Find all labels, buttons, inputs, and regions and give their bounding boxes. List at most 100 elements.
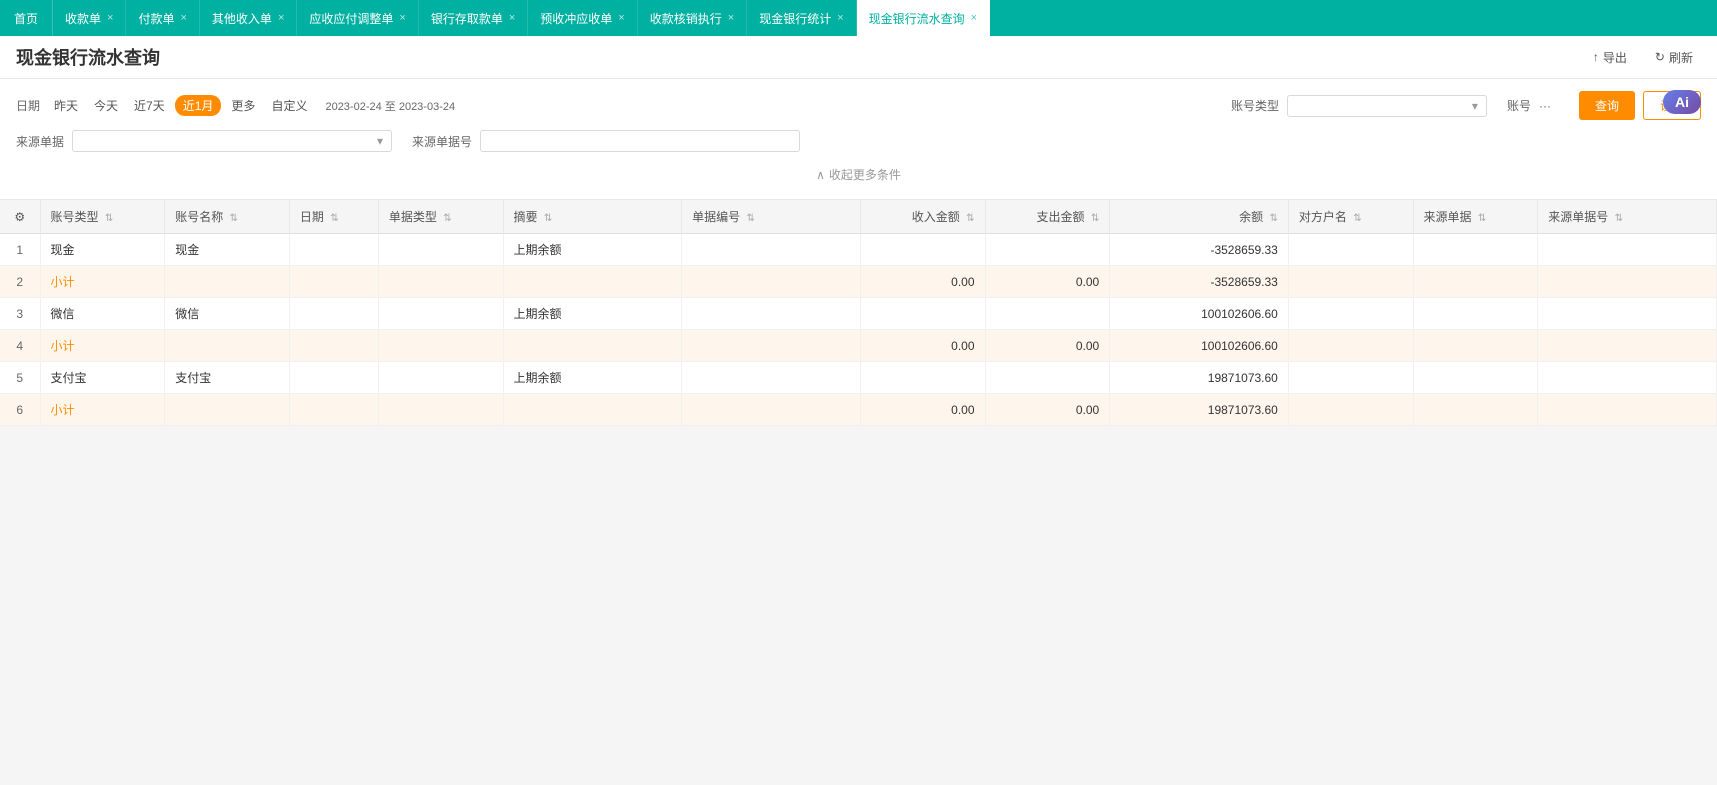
nav-tab-6[interactable]: 收款核销执行 ×	[638, 0, 747, 36]
source-doc-no-input[interactable]	[480, 130, 800, 152]
cell-account-type: 支付宝	[40, 362, 165, 394]
date-opt-today[interactable]: 今天	[88, 95, 124, 116]
cell-expense	[985, 298, 1110, 330]
cell-balance: 19871073.60	[1110, 394, 1289, 426]
cell-date	[289, 266, 378, 298]
cell-doc-type	[378, 234, 503, 266]
col-counterpart[interactable]: 对方户名 ⇅	[1288, 200, 1413, 234]
nav-tab-8[interactable]: 现金银行流水查询 ×	[857, 0, 990, 36]
col-income[interactable]: 收入金额 ⇅	[860, 200, 985, 234]
cell-source-doc-no	[1538, 362, 1717, 394]
cell-summary	[503, 394, 682, 426]
row-number: 6	[0, 394, 40, 426]
close-tab-8[interactable]: ×	[971, 12, 977, 24]
top-nav: 首页 收款单 × 付款单 × 其他收入单 × 应收应付调整单 × 银行存取款单 …	[0, 0, 1717, 36]
table-row: 4小计0.000.00100102606.60	[0, 330, 1717, 362]
close-tab-7[interactable]: ×	[837, 12, 843, 24]
query-button[interactable]: 查询	[1579, 91, 1635, 120]
nav-tab-1[interactable]: 付款单 ×	[126, 0, 199, 36]
cell-income	[860, 298, 985, 330]
cell-doc-no	[682, 394, 861, 426]
row-number: 3	[0, 298, 40, 330]
nav-tab-0[interactable]: 收款单 ×	[53, 0, 126, 36]
col-doc-no[interactable]: 单据编号 ⇅	[682, 200, 861, 234]
close-tab-5[interactable]: ×	[618, 12, 624, 24]
col-expense[interactable]: 支出金额 ⇅	[985, 200, 1110, 234]
cell-doc-type	[378, 362, 503, 394]
cell-income: 0.00	[860, 266, 985, 298]
cell-date	[289, 330, 378, 362]
col-source-doc[interactable]: 来源单据 ⇅	[1413, 200, 1538, 234]
cell-doc-type	[378, 298, 503, 330]
source-doc-select[interactable]: ▾	[72, 130, 392, 152]
col-date[interactable]: 日期 ⇅	[289, 200, 378, 234]
nav-tab-4[interactable]: 银行存取款单 ×	[419, 0, 528, 36]
table-row: 1现金现金上期余额-3528659.33	[0, 234, 1717, 266]
cell-doc-type	[378, 330, 503, 362]
cell-source-doc-no	[1538, 394, 1717, 426]
close-tab-1[interactable]: ×	[180, 12, 186, 24]
date-opt-more[interactable]: 更多	[225, 95, 261, 116]
row-number: 5	[0, 362, 40, 394]
col-doc-type[interactable]: 单据类型 ⇅	[378, 200, 503, 234]
row-number: 2	[0, 266, 40, 298]
col-summary[interactable]: 摘要 ⇅	[503, 200, 682, 234]
collapse-bar[interactable]: ∧ 收起更多条件	[16, 162, 1701, 187]
sort-icon-income: ⇅	[966, 213, 974, 224]
cell-doc-type	[378, 394, 503, 426]
gear-icon[interactable]: ⚙	[14, 210, 25, 224]
close-tab-0[interactable]: ×	[107, 12, 113, 24]
sort-icon-counterpart: ⇅	[1353, 213, 1361, 224]
cell-income: 0.00	[860, 330, 985, 362]
cell-income	[860, 234, 985, 266]
col-source-doc-no[interactable]: 来源单据号 ⇅	[1538, 200, 1717, 234]
nav-tab-5[interactable]: 预收冲应收单 ×	[528, 0, 637, 36]
date-opt-yesterday[interactable]: 昨天	[48, 95, 84, 116]
close-tab-2[interactable]: ×	[278, 12, 284, 24]
account-filter: 账号 ···	[1507, 97, 1551, 114]
close-tab-6[interactable]: ×	[728, 12, 734, 24]
table-body: 1现金现金上期余额-3528659.332小计0.000.00-3528659.…	[0, 234, 1717, 426]
cell-summary: 上期余额	[503, 298, 682, 330]
account-label: 账号	[1507, 97, 1531, 114]
cell-date	[289, 394, 378, 426]
refresh-button[interactable]: ↻ 刷新	[1647, 45, 1701, 70]
col-gear[interactable]: ⚙	[0, 200, 40, 234]
cell-account-type: 微信	[40, 298, 165, 330]
page-header: 现金银行流水查询 ↑ 导出 ↻ 刷新	[0, 36, 1717, 79]
cell-source-doc	[1413, 394, 1538, 426]
cell-expense	[985, 362, 1110, 394]
nav-tab-7[interactable]: 现金银行统计 ×	[747, 0, 856, 36]
cell-source-doc	[1413, 362, 1538, 394]
cell-summary: 上期余额	[503, 362, 682, 394]
close-tab-4[interactable]: ×	[509, 12, 515, 24]
nav-tab-3[interactable]: 应收应付调整单 ×	[297, 0, 418, 36]
nav-home[interactable]: 首页	[0, 0, 53, 36]
date-opt-7days[interactable]: 近7天	[128, 95, 171, 116]
nav-tab-2[interactable]: 其他收入单 ×	[200, 0, 297, 36]
export-button[interactable]: ↑ 导出	[1585, 45, 1635, 70]
col-account-name[interactable]: 账号名称 ⇅	[165, 200, 290, 234]
cell-summary	[503, 330, 682, 362]
close-tab-3[interactable]: ×	[399, 12, 405, 24]
cell-account-type: 现金	[40, 234, 165, 266]
col-balance[interactable]: 余额 ⇅	[1110, 200, 1289, 234]
cell-income	[860, 362, 985, 394]
cell-balance: 19871073.60	[1110, 362, 1289, 394]
date-opt-custom[interactable]: 自定义	[265, 95, 313, 116]
cell-counterpart	[1288, 266, 1413, 298]
cell-doc-no	[682, 234, 861, 266]
cell-account-type: 小计	[40, 330, 165, 362]
col-account-type[interactable]: 账号类型 ⇅	[40, 200, 165, 234]
cell-source-doc-no	[1538, 330, 1717, 362]
dropdown-arrow-source-doc: ▾	[377, 134, 383, 148]
account-more-btn[interactable]: ···	[1539, 99, 1551, 113]
date-opt-1month[interactable]: 近1月	[175, 95, 222, 116]
ai-badge[interactable]: Ai	[1663, 90, 1701, 114]
cell-counterpart	[1288, 298, 1413, 330]
table-row: 6小计0.000.0019871073.60	[0, 394, 1717, 426]
sort-icon-account-name: ⇅	[230, 213, 238, 224]
table-container: ⚙ 账号类型 ⇅ 账号名称 ⇅ 日期 ⇅ 单据类型 ⇅	[0, 200, 1717, 426]
cell-expense: 0.00	[985, 394, 1110, 426]
account-type-select[interactable]: ▾	[1287, 95, 1487, 117]
